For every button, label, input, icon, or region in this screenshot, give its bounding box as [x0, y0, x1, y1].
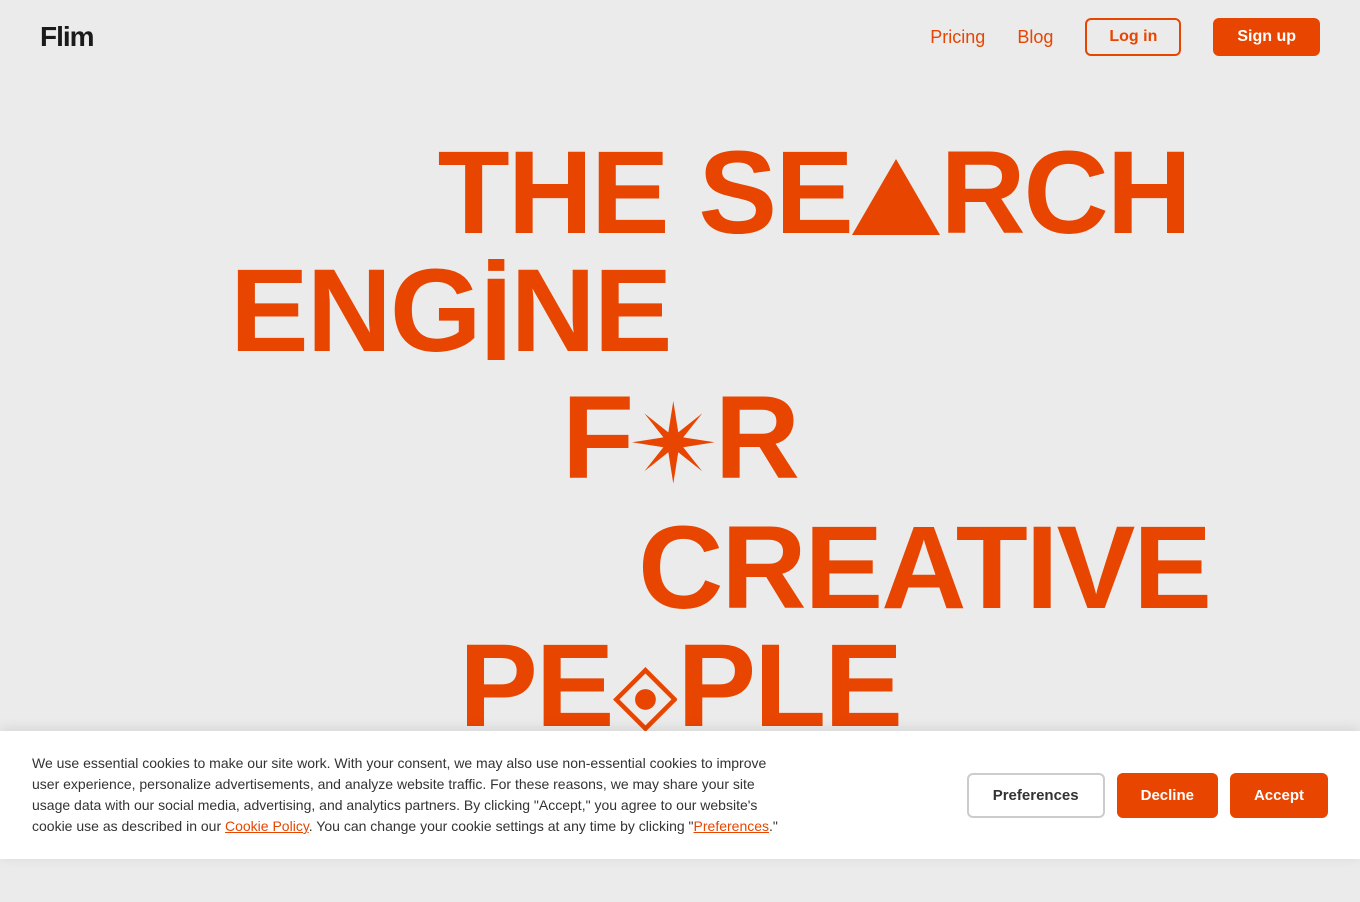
login-button[interactable]: Log in: [1085, 18, 1181, 56]
pipe-icon: İ: [480, 261, 511, 379]
hero-line3: F R: [130, 379, 1230, 509]
navbar: Flim Pricing Blog Log in Sign up: [0, 0, 1360, 74]
decline-button[interactable]: Decline: [1117, 773, 1218, 818]
hero-line4: CREATIVE: [130, 509, 1230, 627]
burst-icon: [632, 385, 715, 503]
preferences-button[interactable]: Preferences: [967, 773, 1105, 818]
logo[interactable]: Flim: [40, 21, 94, 53]
cookie-policy-link[interactable]: Cookie Policy: [225, 818, 309, 834]
triangle-icon: [852, 153, 941, 242]
nav-blog[interactable]: Blog: [1017, 27, 1053, 48]
hero-title: THE SERCH ENGİNE F R CREATIVE PE PLE: [130, 134, 1230, 756]
nav-links: Pricing Blog Log in Sign up: [930, 18, 1320, 56]
nav-pricing[interactable]: Pricing: [930, 27, 985, 48]
preferences-link[interactable]: Preferences: [694, 818, 769, 834]
accept-button[interactable]: Accept: [1230, 773, 1328, 818]
cookie-banner: We use essential cookies to make our sit…: [0, 731, 1360, 859]
signup-button[interactable]: Sign up: [1213, 18, 1320, 56]
cookie-buttons: Preferences Decline Accept: [967, 773, 1328, 818]
cookie-text: We use essential cookies to make our sit…: [32, 753, 782, 837]
hero-line2: ENGİNE: [130, 252, 1230, 379]
hero-line1: THE SERCH: [130, 134, 1230, 252]
